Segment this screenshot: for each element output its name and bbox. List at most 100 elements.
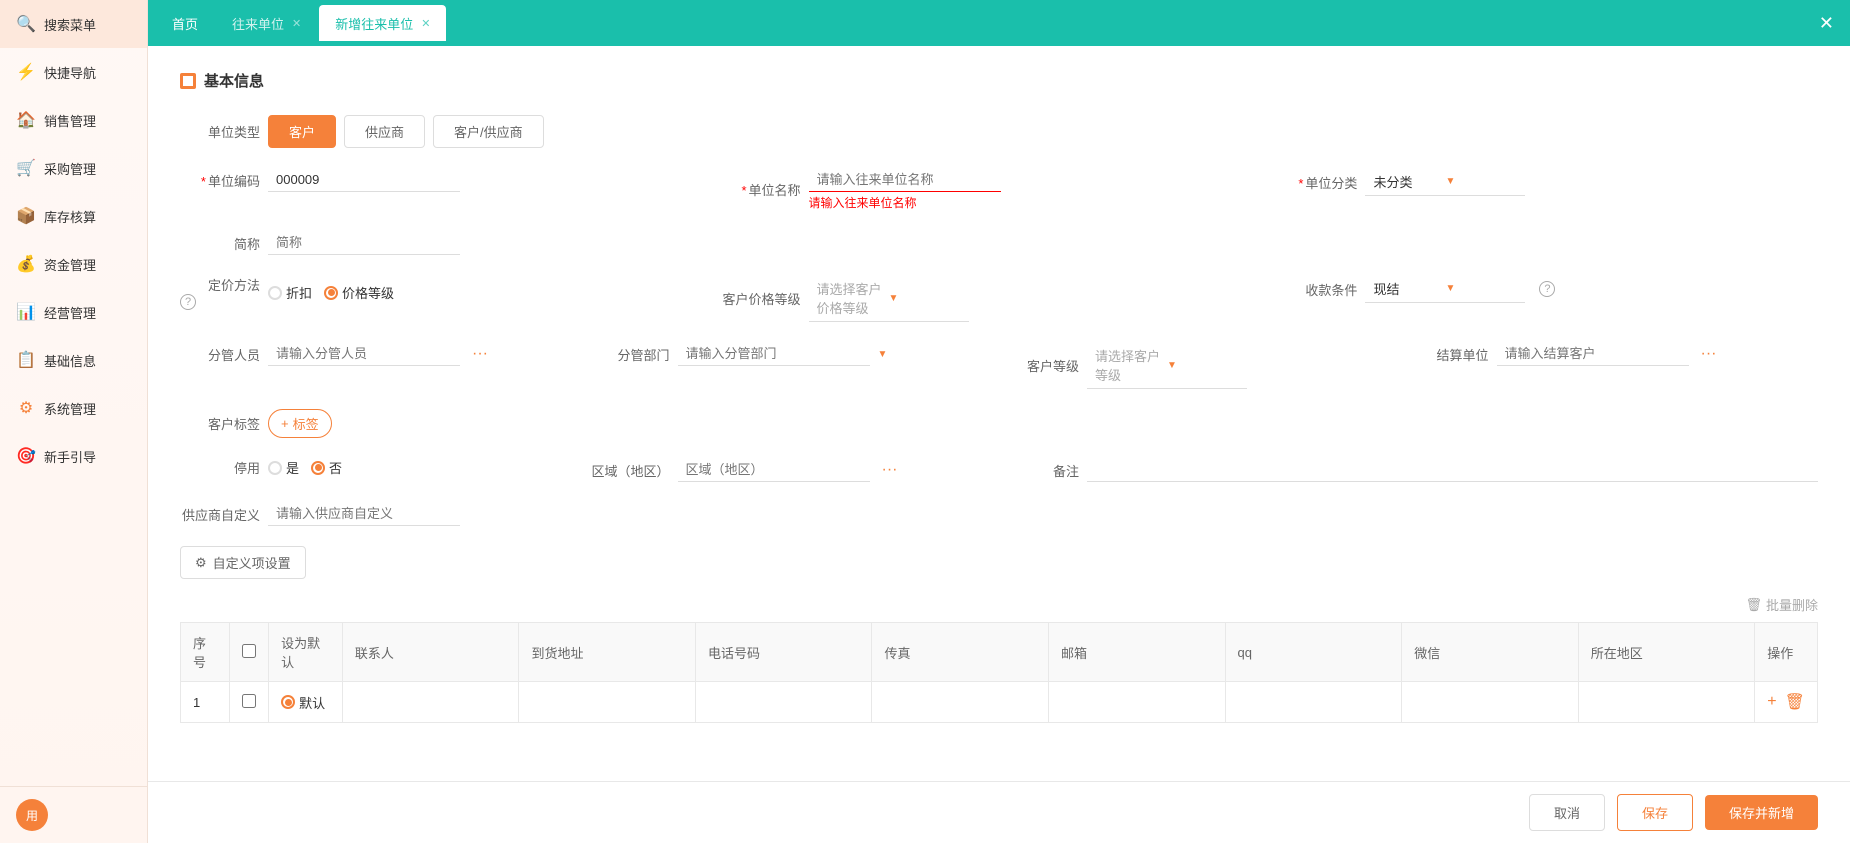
- unit-code-input[interactable]: [268, 168, 460, 192]
- sidebar-item-system[interactable]: ⚙ 系统管理: [0, 384, 147, 432]
- row-default-radio-outer: [281, 695, 295, 709]
- unit-type-both-btn[interactable]: 客户/供应商: [433, 115, 544, 148]
- settlement-input[interactable]: [1497, 342, 1689, 366]
- region-more-icon[interactable]: ···: [878, 461, 902, 479]
- payment-terms-help-icon[interactable]: ?: [1539, 281, 1555, 297]
- select-all-checkbox[interactable]: [242, 644, 256, 658]
- sidebar-item-label: 快捷导航: [44, 63, 96, 82]
- unit-type-field: 单位类型 客户 供应商 客户/供应商: [180, 115, 1818, 148]
- payment-terms-select[interactable]: 现结 ▼: [1365, 275, 1525, 303]
- sidebar-item-sales[interactable]: 🏠 销售管理: [0, 96, 147, 144]
- short-name-label: 简称: [180, 234, 260, 253]
- save-button[interactable]: 保存: [1617, 794, 1693, 831]
- sidebar-item-quick-nav[interactable]: ⚡ 快捷导航: [0, 48, 147, 96]
- sidebar-item-finance[interactable]: 💰 资金管理: [0, 240, 147, 288]
- row-phone-cell: [695, 682, 872, 723]
- tab-partner-list-close[interactable]: ✕: [292, 17, 301, 30]
- row-default-radio[interactable]: 默认: [281, 693, 330, 712]
- tab-add-partner[interactable]: 新增往来单位 ✕: [319, 5, 446, 41]
- remarks-label: 备注: [999, 461, 1079, 480]
- row-region-cell: [1578, 682, 1755, 723]
- row-add-icon[interactable]: +: [1767, 693, 1776, 711]
- sidebar-item-label: 新手引导: [44, 447, 96, 466]
- sidebar-item-purchase[interactable]: 🛒 采购管理: [0, 144, 147, 192]
- supplier-custom-input[interactable]: [268, 502, 460, 526]
- row-wechat-input[interactable]: [1414, 695, 1566, 710]
- row-contact-input[interactable]: [355, 695, 507, 710]
- row-email-input[interactable]: [1061, 695, 1213, 710]
- custom-settings-label: 自定义项设置: [213, 553, 291, 572]
- remarks-input[interactable]: [1087, 458, 1818, 482]
- sidebar-item-label: 采购管理: [44, 159, 96, 178]
- disabled-no-outer: [311, 461, 325, 475]
- manager-more-icon[interactable]: ···: [468, 345, 492, 363]
- inventory-icon: 📦: [16, 206, 36, 226]
- row-qq-input[interactable]: [1238, 695, 1390, 710]
- unit-type-supplier-btn[interactable]: 供应商: [344, 115, 425, 148]
- custom-settings-button[interactable]: ⚙ 自定义项设置: [180, 546, 306, 579]
- add-tag-button[interactable]: + 标签: [268, 409, 332, 438]
- sidebar-item-label: 资金管理: [44, 255, 96, 274]
- pricing-discount-label: 折扣: [286, 283, 312, 302]
- tab-partner-list[interactable]: 往来单位 ✕: [216, 5, 317, 41]
- tab-add-partner-close[interactable]: ✕: [421, 17, 430, 30]
- tab-home[interactable]: 首页: [156, 5, 214, 41]
- add-tag-label: 标签: [293, 414, 319, 433]
- main-area: 首页 往来单位 ✕ 新增往来单位 ✕ ✕ 基本信息 单位类型 客户 供应商: [148, 0, 1850, 843]
- payment-terms-label: 收款条件: [1277, 280, 1357, 299]
- pricing-row: 定价方法 ? 折扣 价格等级 客户价格: [180, 275, 1818, 322]
- pricing-level-radio[interactable]: 价格等级: [324, 283, 394, 302]
- short-name-input[interactable]: [268, 231, 460, 255]
- contact-table: 序号 设为默认 联系人 到货地址 电话号码 传真 邮箱 qq 微信 所在地区 操…: [180, 622, 1818, 723]
- disabled-yes-radio[interactable]: 是: [268, 458, 299, 477]
- customer-price-level-select[interactable]: 请选择客户价格等级 ▼: [809, 275, 969, 322]
- batch-delete-area[interactable]: 🗑 批量删除: [180, 595, 1818, 614]
- row-fax-cell: [872, 682, 1049, 723]
- save-new-button[interactable]: 保存并新增: [1705, 795, 1818, 830]
- row-address-cell: [519, 682, 696, 723]
- customer-price-level-arrow: ▼: [889, 293, 961, 304]
- newbie-icon: 🎯: [16, 446, 36, 466]
- short-name-field: 简称: [180, 231, 721, 255]
- unit-name-field: *单位名称 请输入往来单位名称: [721, 168, 1278, 211]
- manager-input[interactable]: [268, 342, 460, 366]
- row-region-input[interactable]: [1591, 695, 1743, 710]
- customer-tag-row: 客户标签 + 标签: [180, 409, 1818, 438]
- sidebar-item-basic[interactable]: 📋 基础信息: [0, 336, 147, 384]
- col-wechat: 微信: [1402, 623, 1579, 682]
- cancel-button[interactable]: 取消: [1529, 794, 1605, 831]
- tab-add-partner-label: 新增往来单位: [335, 14, 413, 33]
- customer-level-select[interactable]: 请选择客户等级 ▼: [1087, 342, 1247, 389]
- sidebar-item-search[interactable]: 🔍 搜索菜单: [0, 0, 147, 48]
- window-close-button[interactable]: ✕: [1811, 9, 1842, 38]
- sidebar-item-inventory[interactable]: 📦 库存核算: [0, 192, 147, 240]
- row-address-input[interactable]: [531, 695, 683, 710]
- unit-name-label: *单位名称: [721, 180, 801, 199]
- row-phone-input[interactable]: [708, 695, 860, 710]
- sidebar-item-newbie[interactable]: 🎯 新手引导: [0, 432, 147, 480]
- row-delete-icon[interactable]: 🗑: [1785, 692, 1805, 712]
- sidebar-item-label: 搜索菜单: [44, 15, 96, 34]
- section-icon: [180, 73, 196, 89]
- col-contact: 联系人: [342, 623, 519, 682]
- unit-type-customer-btn[interactable]: 客户: [268, 115, 336, 148]
- region-input[interactable]: [678, 458, 870, 482]
- disabled-no-radio[interactable]: 否: [311, 458, 342, 477]
- row-checkbox[interactable]: [242, 694, 256, 708]
- basic-icon: 📋: [16, 350, 36, 370]
- unit-name-input[interactable]: [809, 168, 1001, 192]
- settlement-more-icon[interactable]: ···: [1697, 345, 1721, 363]
- row-default-radio-inner: [285, 699, 292, 706]
- custom-settings-icon: ⚙: [195, 555, 207, 571]
- pricing-help-icon[interactable]: ?: [180, 294, 196, 310]
- short-name-row: 简称: [180, 231, 1818, 255]
- sidebar-item-operations[interactable]: 📊 经营管理: [0, 288, 147, 336]
- department-input[interactable]: [678, 342, 870, 366]
- pricing-discount-radio[interactable]: 折扣: [268, 283, 312, 302]
- row-fax-input[interactable]: [884, 695, 1036, 710]
- unit-category-select[interactable]: 未分类 ▼: [1365, 168, 1525, 196]
- department-label: 分管部门: [590, 345, 670, 364]
- customer-level-field: 客户等级 请选择客户等级 ▼: [999, 342, 1409, 389]
- disabled-yes-label: 是: [286, 458, 299, 477]
- unit-name-wrapper: 请输入往来单位名称: [809, 168, 1001, 211]
